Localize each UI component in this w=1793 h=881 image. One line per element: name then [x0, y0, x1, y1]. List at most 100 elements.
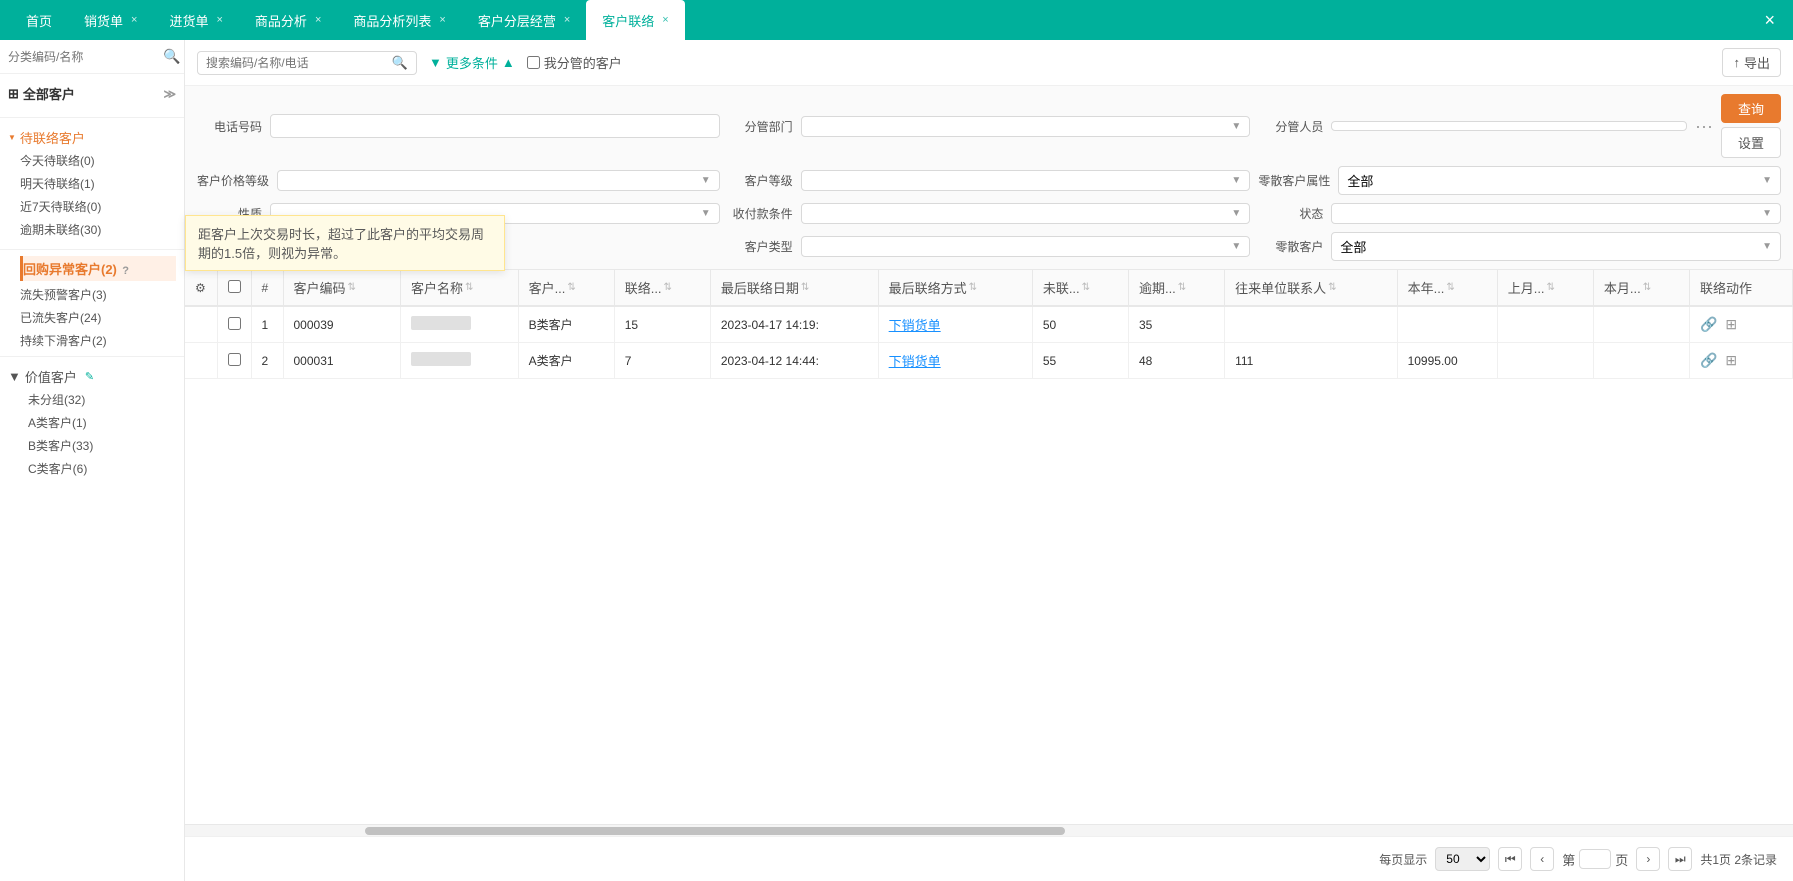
- cell-num: 1: [251, 306, 283, 343]
- per-page-select[interactable]: 50 20 100: [1435, 847, 1490, 871]
- content-area: 🔍 ▼ 更多条件 ▲ 我分管的客户 ↑ 导出 电话号码: [185, 40, 1793, 881]
- value-customer-header[interactable]: ▼ 价值客户 ✎: [8, 365, 176, 388]
- tab-product-analysis[interactable]: 商品分析 ×: [239, 0, 337, 40]
- tab-home[interactable]: 首页: [10, 0, 68, 40]
- value-customer-section: ▼ 价值客户 ✎ 未分组(32) A类客户(1) B类客户(33) C类客户(6…: [0, 361, 184, 484]
- retail-select[interactable]: 全部 ▼: [1331, 232, 1781, 261]
- sidebar-item-ungroup[interactable]: 未分组(32): [8, 388, 176, 411]
- triangle-icon: ▼: [8, 133, 16, 142]
- customer-type-chevron: ▼: [1231, 241, 1241, 252]
- page-last-btn[interactable]: ⏭: [1668, 847, 1692, 871]
- sidebar-item-overdue[interactable]: 逾期未联络(30): [0, 218, 184, 241]
- sidebar-item-b-class[interactable]: B类客户(33): [8, 434, 176, 457]
- cell-action: 🔗 ⊞: [1689, 343, 1792, 379]
- all-customers-header[interactable]: ⊞ 全部客户 ≫: [8, 80, 176, 107]
- sidebar-item-c-class[interactable]: C类客户(6): [8, 457, 176, 480]
- tab-sales-order[interactable]: 销货单 ×: [68, 0, 153, 40]
- th-contact-person: 往来单位联系人⇅: [1225, 270, 1397, 306]
- sidebar-item-tomorrow[interactable]: 明天待联络(1): [0, 172, 184, 195]
- pagination-bar: 每页显示 50 20 100 ⏮ ‹ 第 1 页 › ⏭ 共1页 2条记录: [185, 836, 1793, 881]
- cell-no-contact: 55: [1032, 343, 1128, 379]
- filter-actions: 查询 设置: [1721, 94, 1781, 158]
- sidebar-item-a-class[interactable]: A类客户(1): [8, 411, 176, 434]
- customer-type-select[interactable]: ▼: [801, 236, 1251, 257]
- last-method-link[interactable]: 下销货单: [889, 318, 941, 333]
- settings-button[interactable]: 设置: [1721, 127, 1781, 158]
- th-settings[interactable]: ⚙: [185, 270, 217, 306]
- sidebar-item-7days[interactable]: 近7天待联络(0): [0, 195, 184, 218]
- row-checkbox[interactable]: [228, 353, 241, 366]
- pending-contact-title[interactable]: ▼ 待联络客户: [0, 126, 184, 149]
- page-first-btn[interactable]: ⏮: [1498, 847, 1522, 871]
- manager-select[interactable]: [1331, 121, 1687, 131]
- retail-attr-select[interactable]: 全部 ▼: [1338, 166, 1781, 195]
- sidebar-item-lost-pre[interactable]: 流失预警客户(3): [0, 283, 184, 306]
- cell-name: [401, 306, 519, 343]
- cell-last-method: 下销货单: [878, 343, 1032, 379]
- cell-this-month: [1593, 343, 1689, 379]
- value-edit-icon[interactable]: ✎: [85, 370, 94, 383]
- tab-product-analysis-list[interactable]: 商品分析列表 ×: [337, 0, 461, 40]
- close-tab-sales[interactable]: ×: [131, 14, 137, 26]
- table-row: 2 000031 A类客户 7 2023-04-12 14:44: 下销货单 5…: [185, 343, 1793, 379]
- main-search-input[interactable]: [206, 56, 392, 70]
- sidebar-item-declining[interactable]: 持续下滑客户(2): [0, 329, 184, 352]
- window-close-button[interactable]: ×: [1756, 10, 1783, 31]
- page-number-input[interactable]: 1: [1579, 849, 1611, 869]
- filter-row-payment: 收付款条件 ▼: [728, 203, 1251, 224]
- action-grid-icon[interactable]: ⊞: [1725, 352, 1737, 369]
- horizontal-scrollbar[interactable]: [185, 824, 1793, 836]
- cell-checkbox[interactable]: [217, 343, 251, 379]
- main-search-icon[interactable]: 🔍: [392, 55, 408, 71]
- close-tab-product-list[interactable]: ×: [439, 14, 445, 26]
- scrollbar-thumb[interactable]: [365, 827, 1065, 835]
- price-level-select[interactable]: ▼: [277, 170, 720, 191]
- export-button[interactable]: ↑ 导出: [1722, 48, 1781, 77]
- cell-this-year: [1397, 306, 1497, 343]
- query-button[interactable]: 查询: [1721, 94, 1781, 123]
- tab-customer-tier[interactable]: 客户分层经营 ×: [462, 0, 586, 40]
- sort-icon-overdue: ⇅: [1178, 282, 1186, 293]
- sidebar-search-bar: 🔍: [0, 40, 184, 74]
- sidebar-collapse-btn[interactable]: ≫: [163, 87, 176, 101]
- close-tab-purchase[interactable]: ×: [216, 14, 222, 26]
- cell-overdue: 48: [1128, 343, 1224, 379]
- select-all-checkbox[interactable]: [228, 280, 241, 293]
- page-prev-btn[interactable]: ‹: [1530, 847, 1554, 871]
- close-tab-customer-contact[interactable]: ×: [662, 14, 668, 26]
- sidebar-search-input[interactable]: [8, 50, 163, 64]
- sidebar-search-icon[interactable]: 🔍: [163, 48, 180, 65]
- row-checkbox[interactable]: [228, 317, 241, 330]
- sidebar-item-abnormal[interactable]: 回购异常客户(2) ?: [20, 256, 176, 281]
- payment-chevron: ▼: [1231, 208, 1241, 219]
- more-dots-btn[interactable]: ···: [1695, 116, 1713, 137]
- search-wrap: 🔍: [197, 51, 417, 75]
- th-checkbox[interactable]: [217, 270, 251, 306]
- main-layout: 🔍 ⊞ 全部客户 ≫ ▼ 待联络客户 今天待联络(0) 明天待联络(1) 近7天…: [0, 40, 1793, 881]
- customer-level-select[interactable]: ▼: [801, 170, 1251, 191]
- action-grid-icon[interactable]: ⊞: [1725, 316, 1737, 333]
- phone-input[interactable]: [270, 114, 720, 138]
- close-tab-customer-tier[interactable]: ×: [564, 14, 570, 26]
- sort-icon-last-month: ⇅: [1547, 282, 1555, 293]
- cell-checkbox[interactable]: [217, 306, 251, 343]
- tab-customer-contact[interactable]: 客户联络 ×: [586, 0, 684, 40]
- sidebar-item-today[interactable]: 今天待联络(0): [0, 149, 184, 172]
- tab-purchase-order[interactable]: 进货单 ×: [153, 0, 238, 40]
- payment-select[interactable]: ▼: [801, 203, 1251, 224]
- cell-name: [401, 343, 519, 379]
- th-last-method: 最后联络方式⇅: [878, 270, 1032, 306]
- abnormal-hint-icon[interactable]: ?: [122, 265, 129, 277]
- my-customers-checkbox[interactable]: [527, 56, 540, 69]
- cell-last-method: 下销货单: [878, 306, 1032, 343]
- page-next-btn[interactable]: ›: [1636, 847, 1660, 871]
- last-method-link[interactable]: 下销货单: [889, 354, 941, 369]
- close-tab-product[interactable]: ×: [315, 14, 321, 26]
- sidebar-item-lost[interactable]: 已流失客户(24): [0, 306, 184, 329]
- cell-contact-person: 111: [1225, 343, 1397, 379]
- status-select[interactable]: ▼: [1331, 203, 1781, 224]
- action-link-icon[interactable]: 🔗: [1700, 352, 1717, 369]
- more-conditions-btn[interactable]: ▼ 更多条件 ▲: [429, 53, 515, 72]
- dept-select[interactable]: ▼: [801, 116, 1251, 137]
- action-link-icon[interactable]: 🔗: [1700, 316, 1717, 333]
